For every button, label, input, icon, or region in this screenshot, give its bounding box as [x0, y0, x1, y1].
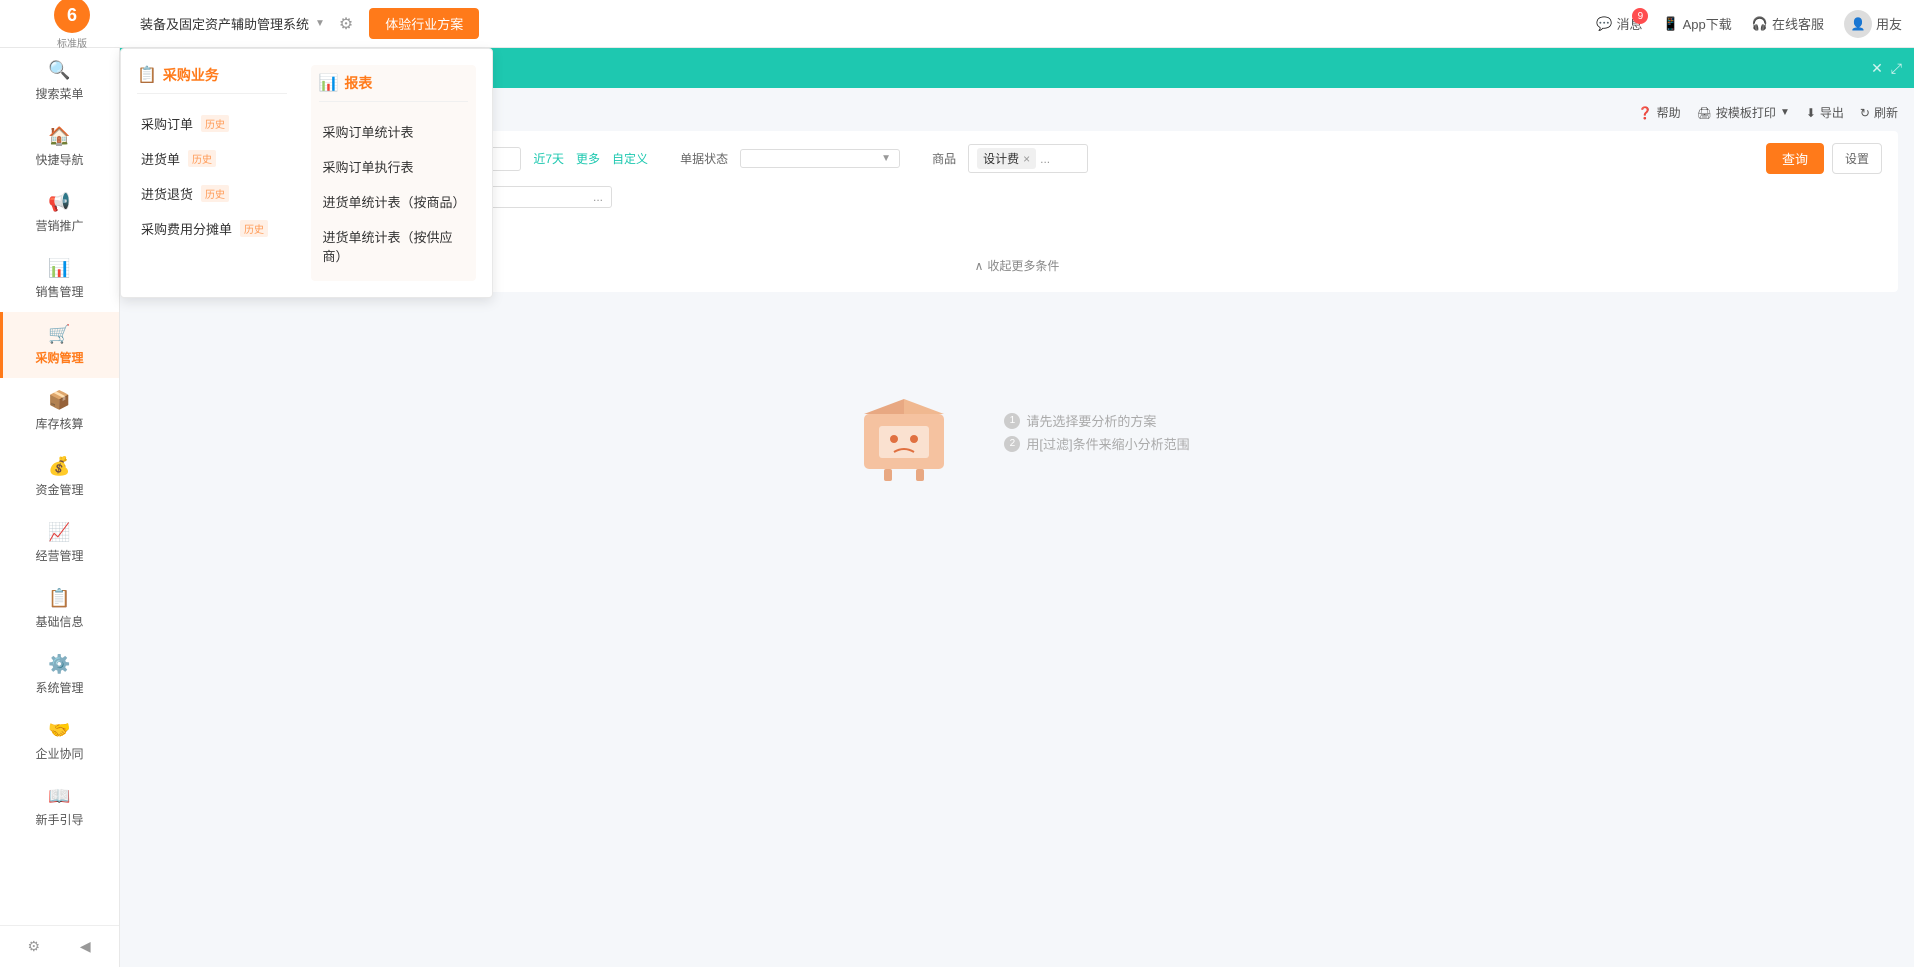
print-icon: 🖨 — [1697, 106, 1712, 120]
bullet-1: 1 — [1004, 413, 1020, 429]
logo: 6 标准版 — [12, 0, 132, 50]
empty-state: 1 请先选择要分析的方案 2 用[过滤]条件来缩小分析范围 — [136, 304, 1898, 564]
dropdown-item-incoming[interactable]: 进货单 历史 — [137, 141, 287, 176]
sidebar-collapse-btn[interactable]: ◀ — [64, 938, 108, 955]
dropdown-col-purchase-title: 📋 采购业务 — [137, 65, 287, 94]
industry-btn[interactable]: 体验行业方案 — [369, 8, 479, 39]
date-more[interactable]: 更多 — [576, 150, 600, 167]
refresh-btn[interactable]: ↻ 刷新 — [1860, 104, 1898, 121]
topbar-right: 💬 消息 9 📱 App下载 🎧 在线客服 👤 用友 — [1596, 10, 1902, 38]
phone-icon: 📱 — [1662, 16, 1678, 32]
home-icon: 🏠 — [48, 126, 70, 147]
avatar: 👤 — [1844, 10, 1872, 38]
date-quick-7[interactable]: 近7天 — [533, 150, 564, 167]
logo-icon: 6 — [54, 0, 90, 33]
system-name-arrow[interactable]: ▼ — [315, 18, 325, 29]
sidebar: 🔍 搜索菜单 🏠 快捷导航 📢 营销推广 📊 销售管理 🛒 采购管理 📦 库存核… — [0, 48, 120, 967]
app-download-btn[interactable]: 📱 App下载 — [1662, 14, 1731, 33]
cooperation-icon: 🤝 — [48, 720, 70, 741]
salesperson-dots[interactable]: ... — [593, 190, 603, 204]
sidebar-item-search[interactable]: 🔍 搜索菜单 — [0, 48, 119, 114]
doc-status-label: 单据状态 — [680, 150, 728, 167]
collapse-up-icon: ∧ — [975, 259, 984, 273]
sidebar-item-cooperation[interactable]: 🤝 企业协同 — [0, 708, 119, 774]
sidebar-item-operations[interactable]: 📈 经营管理 — [0, 510, 119, 576]
system-name: 装备及固定资产辅助管理系统 ▼ ⚙ — [140, 14, 353, 34]
help-btn[interactable]: ❓ 帮助 — [1638, 104, 1681, 121]
date-custom[interactable]: 自定义 — [612, 150, 648, 167]
sidebar-item-system[interactable]: ⚙️ 系统管理 — [0, 642, 119, 708]
product-dots[interactable]: ... — [1040, 152, 1050, 166]
sidebar-item-purchase[interactable]: 🛒 采购管理 — [0, 312, 119, 378]
dropdown-col-report-title: 📊 报表 — [319, 73, 469, 102]
dropdown-item-incoming-stat-supplier[interactable]: 进货单统计表（按供应商） — [319, 219, 469, 273]
basic-info-icon: 📋 — [48, 588, 70, 609]
sidebar-item-marketing[interactable]: 📢 营销推广 — [0, 180, 119, 246]
help-icon: ❓ — [1638, 106, 1653, 120]
query-btn[interactable]: 查询 — [1766, 143, 1824, 174]
hist-badge-1: 历史 — [188, 150, 216, 167]
hist-badge-2: 历史 — [201, 185, 229, 202]
refresh-icon: ↻ — [1860, 106, 1870, 120]
sidebar-item-inventory[interactable]: 📦 库存核算 — [0, 378, 119, 444]
doc-status-arrow[interactable]: ▼ — [881, 153, 891, 164]
print-btn[interactable]: 🖨 按模板打印 ▼ — [1697, 104, 1790, 121]
product-label: 商品 — [932, 150, 956, 167]
sidebar-bottom: ⚙ ◀ — [0, 925, 119, 967]
sidebar-settings-btn[interactable]: ⚙ — [12, 938, 56, 955]
layout: 🔍 搜索菜单 🏠 快捷导航 📢 营销推广 📊 销售管理 🛒 采购管理 📦 库存核… — [0, 48, 1914, 967]
tab-fullscreen-btn[interactable]: ⤢ — [1891, 60, 1902, 77]
dropdown-col-purchase: 📋 采购业务 采购订单 历史 进货单 历史 进货退货 历史 采购费用分摊单 历史 — [137, 65, 287, 281]
export-btn[interactable]: ⬇ 导出 — [1806, 104, 1844, 121]
dropdown-col-report: 📊 报表 采购订单统计表 采购订单执行表 进货单统计表（按商品） 进货单统计表（… — [311, 65, 477, 281]
empty-illustration — [844, 384, 964, 484]
settings-btn[interactable]: 设置 — [1832, 143, 1882, 174]
system-icon: ⚙️ — [48, 654, 70, 675]
headset-icon: 🎧 — [1752, 16, 1768, 32]
dropdown-item-return[interactable]: 进货退货 历史 — [137, 176, 287, 211]
search-icon: 🔍 — [48, 60, 70, 81]
marketing-icon: 📢 — [48, 192, 70, 213]
dropdown-item-purchase-exec[interactable]: 采购订单执行表 — [319, 149, 469, 184]
operations-icon: 📈 — [48, 522, 70, 543]
hist-badge-0: 历史 — [201, 115, 229, 132]
empty-tips: 1 请先选择要分析的方案 2 用[过滤]条件来缩小分析范围 — [1004, 411, 1189, 457]
dropdown-item-expense[interactable]: 采购费用分摊单 历史 — [137, 211, 287, 246]
bullet-2: 2 — [1004, 436, 1020, 452]
finance-icon: 💰 — [48, 456, 70, 477]
guide-icon: 📖 — [48, 786, 70, 807]
purchase-col-icon: 📋 — [137, 65, 157, 85]
filter-actions: 查询 设置 — [1766, 143, 1882, 174]
dropdown-item-purchase-stat[interactable]: 采购订单统计表 — [319, 114, 469, 149]
message-icon: 💬 — [1596, 16, 1612, 32]
online-service-btn[interactable]: 🎧 在线客服 — [1752, 14, 1824, 33]
report-col-icon: 📊 — [319, 73, 339, 93]
purchase-icon: 🛒 — [48, 324, 70, 345]
sidebar-item-basic-info[interactable]: 📋 基础信息 — [0, 576, 119, 642]
inventory-icon: 📦 — [48, 390, 70, 411]
sales-icon: 📊 — [48, 258, 70, 279]
gear-icon[interactable]: ⚙ — [339, 14, 353, 34]
dropdown-item-purchase-order[interactable]: 采购订单 历史 — [137, 106, 287, 141]
export-icon: ⬇ — [1806, 106, 1816, 120]
sidebar-item-finance[interactable]: 💰 资金管理 — [0, 444, 119, 510]
sidebar-item-sales[interactable]: 📊 销售管理 — [0, 246, 119, 312]
topbar: 6 标准版 装备及固定资产辅助管理系统 ▼ ⚙ 体验行业方案 💬 消息 9 📱 … — [0, 0, 1914, 48]
tab-right-controls: ✕ ⤢ — [1871, 48, 1914, 88]
message-badge: 9 — [1632, 8, 1648, 24]
product-tag-close[interactable]: × — [1023, 152, 1030, 166]
hist-badge-3: 历史 — [240, 220, 268, 237]
tab-close-btn[interactable]: ✕ — [1871, 60, 1883, 77]
dropdown-item-incoming-stat-product[interactable]: 进货单统计表（按商品） — [319, 184, 469, 219]
user-btn[interactable]: 👤 用友 — [1844, 10, 1902, 38]
purchase-dropdown-menu: 📋 采购业务 采购订单 历史 进货单 历史 进货退货 历史 采购费用分摊单 历史 — [120, 48, 493, 298]
print-arrow-icon: ▼ — [1780, 107, 1790, 118]
product-tag: 设计费 × — [977, 148, 1036, 169]
sidebar-item-guide[interactable]: 📖 新手引导 — [0, 774, 119, 840]
message-btn[interactable]: 💬 消息 9 — [1596, 14, 1642, 33]
sidebar-item-quicknav[interactable]: 🏠 快捷导航 — [0, 114, 119, 180]
